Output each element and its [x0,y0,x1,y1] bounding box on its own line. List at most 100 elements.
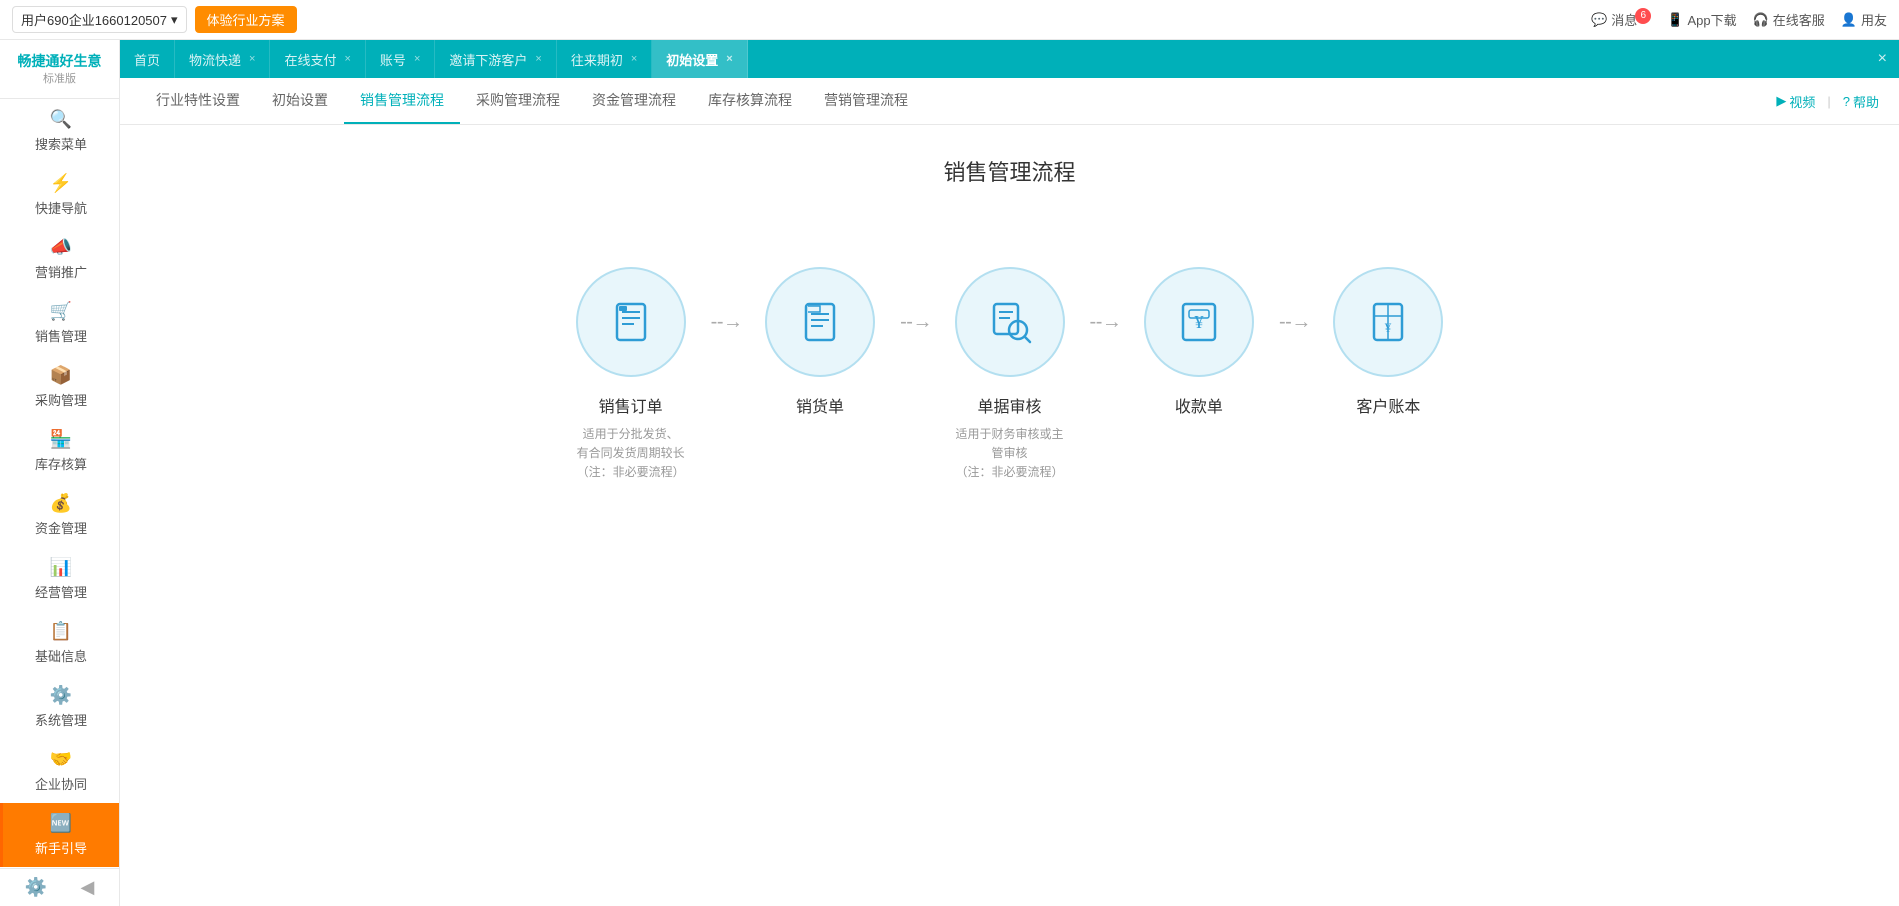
flow-step-desc-audit: 适用于财务审核或主管审核（注：非必要流程） [955,425,1063,483]
flow-step-sales-order: 销售订单适用于分批发货、有合同发货周期较长（注：非必要流程） [541,267,721,483]
sidebar-item-guide[interactable]: 🆕 新手引导 [0,803,119,867]
flow-step-receipt: ¥收款单 [1109,267,1289,425]
sidebar: 畅捷通好生意 标准版 🔍搜索菜单 ⚡ 快捷导航 📣 营销推广 🛒销售管理 📦 采购管理 🏪 库存核… [0,40,120,906]
shortcut-icon: ⚡ [50,173,72,194]
close-tab-icon[interactable]: × [249,53,255,65]
flow-circle-sales-order[interactable] [576,267,686,377]
sidebar-item-inventory[interactable]: 🏪 库存核算 [0,419,119,483]
sub-tab-marketing-flow[interactable]: 营销管理流程 [808,78,924,124]
avatar: 👤 [1841,12,1857,28]
message-item[interactable]: 💬 消息 6 [1591,10,1651,29]
close-tab-icon[interactable]: × [726,53,732,65]
top-bar-right: 💬 消息 6 📱 App下载 🎧 在线客服 👤 用友 [1591,10,1887,29]
sidebar-item-label: 库存核算 [35,454,87,473]
sidebar-menu: 🔍搜索菜单 ⚡ 快捷导航 📣 营销推广 🛒销售管理 📦 采购管理 🏪 库存核算 💰 资金管理 📊经营管理… [0,99,119,868]
nav-tab-label: 账号 [380,50,406,69]
nav-tab-label: 首页 [134,50,160,69]
sidebar-item-label: 基础信息 [35,646,87,665]
help-label: 帮助 [1853,92,1879,111]
operation-icon: 📊 [50,557,72,578]
app-download-item[interactable]: 📱 App下载 [1667,10,1736,29]
sidebar-item-label: 系统管理 [35,710,87,729]
flow-step-title-audit: 单据审核 [977,393,1041,417]
sidebar-bottom: ⚙️ ◀ [0,868,119,906]
search-icon: 🔍 [50,109,72,130]
nav-tab-home[interactable]: 首页 [120,40,175,78]
purchase-icon: 📦 [50,365,72,386]
sub-tab-init[interactable]: 初始设置 [256,78,344,124]
sidebar-item-corp-coop[interactable]: 🤝 企业协同 [0,739,119,803]
sidebar-item-label: 新手引导 [35,838,87,857]
nav-tab-invite[interactable]: 邀请下游客户× [435,40,556,78]
video-link[interactable]: ▶ 视频 [1776,92,1815,111]
sidebar-item-label: 快捷导航 [35,198,87,217]
sidebar-item-system[interactable]: ⚙️系统管理 [0,675,119,739]
logo-area: 畅捷通好生意 标准版 [0,40,119,99]
marketing-promo-icon: 📣 [50,237,72,258]
sub-tab-actions: ▶ 视频 | ? 帮助 [1776,92,1879,111]
nav-tab-init[interactable]: 初始设置× [652,40,747,78]
sidebar-item-sales[interactable]: 🛒销售管理 [0,291,119,355]
flow-circle-sales-invoice[interactable] [765,267,875,377]
trial-btn[interactable]: 体验行业方案 [195,6,297,33]
flow-circle-audit[interactable] [955,267,1065,377]
flow-step-sales-invoice: 销货单 [730,267,910,425]
nav-tab-label: 在线支付 [284,50,336,69]
guide-icon: 🆕 [50,813,72,834]
user-selector[interactable]: 用户690企业1660120507 ▾ [12,6,187,33]
sub-tabs: 行业特性设置初始设置销售管理流程采购管理流程资金管理流程库存核算流程营销管理流程… [120,78,1899,125]
svg-text:¥: ¥ [1194,312,1203,332]
sidebar-item-label: 销售管理 [35,326,87,345]
logo-title: 畅捷通好生意 [18,52,102,70]
finance-icon: 💰 [50,493,72,514]
user-name: 用友 [1861,10,1887,29]
corp-coop-icon: 🤝 [50,749,72,770]
nav-tab-account[interactable]: 账号 × [366,40,435,78]
nav-tab-payment[interactable]: 在线支付 × [270,40,365,78]
sub-tab-sales-flow[interactable]: 销售管理流程 [344,78,460,124]
sub-tab-capital-flow[interactable]: 资金管理流程 [576,78,692,124]
sidebar-item-label: 采购管理 [35,390,87,409]
settings-bottom-icon[interactable]: ⚙️ [25,877,47,898]
sidebar-item-label: 资金管理 [35,518,87,537]
flow-circle-customer-ledger[interactable]: ¥ [1333,267,1443,377]
nav-tab-label: 物流快递 [189,50,241,69]
sub-tab-industry[interactable]: 行业特性设置 [140,78,256,124]
message-badge: 6 [1635,8,1651,24]
top-bar-left: 用户690企业1660120507 ▾ 体验行业方案 [12,6,297,33]
page-content: 销售管理流程 销售订单适用于分批发货、有合同发货周期较长（注：非必要流程）- -… [120,125,1899,533]
svg-text:¥: ¥ [1385,320,1392,335]
flow-step-title-sales-invoice: 销货单 [796,393,844,417]
close-tab-icon[interactable]: × [535,53,541,65]
sidebar-item-operation[interactable]: 📊经营管理 [0,547,119,611]
top-bar: 用户690企业1660120507 ▾ 体验行业方案 💬 消息 6 📱 App下… [0,0,1899,40]
inventory-icon: 🏪 [50,429,72,450]
sidebar-item-marketing-promo[interactable]: 📣 营销推广 [0,227,119,291]
help-link[interactable]: ? 帮助 [1843,92,1879,111]
sub-tab-purchase-flow[interactable]: 采购管理流程 [460,78,576,124]
sidebar-item-shortcut[interactable]: ⚡ 快捷导航 [0,163,119,227]
sidebar-item-label: 企业协同 [35,774,87,793]
sidebar-item-basic[interactable]: 📋 基础信息 [0,611,119,675]
close-tab-icon[interactable]: × [344,53,350,65]
main-content: 行业特性设置初始设置销售管理流程采购管理流程资金管理流程库存核算流程营销管理流程… [120,78,1899,906]
flow-circle-receipt[interactable]: ¥ [1144,267,1254,377]
basic-icon: 📋 [50,621,72,642]
collapse-icon[interactable]: ◀ [80,877,94,898]
close-tab-icon[interactable]: × [414,53,420,65]
sidebar-item-label: 营销推广 [35,262,87,281]
nav-tab-history[interactable]: 往来期初× [557,40,652,78]
close-all-tabs[interactable]: × [1866,50,1899,68]
flow-diagram: 销售订单适用于分批发货、有合同发货周期较长（注：非必要流程）- - →销货单- … [160,247,1859,503]
sub-tab-inventory-flow[interactable]: 库存核算流程 [692,78,808,124]
close-tab-icon[interactable]: × [631,53,637,65]
sidebar-item-purchase[interactable]: 📦 采购管理 [0,355,119,419]
flow-step-title-sales-order: 销售订单 [599,393,663,417]
message-icon: 💬 [1591,12,1607,28]
user-avatar-item[interactable]: 👤 用友 [1841,10,1887,29]
logo-sub: 标准版 [43,70,76,86]
service-item[interactable]: 🎧 在线客服 [1753,10,1825,29]
nav-tab-logistics[interactable]: 物流快递 × [175,40,270,78]
sidebar-item-search[interactable]: 🔍搜索菜单 [0,99,119,163]
sidebar-item-finance[interactable]: 💰 资金管理 [0,483,119,547]
